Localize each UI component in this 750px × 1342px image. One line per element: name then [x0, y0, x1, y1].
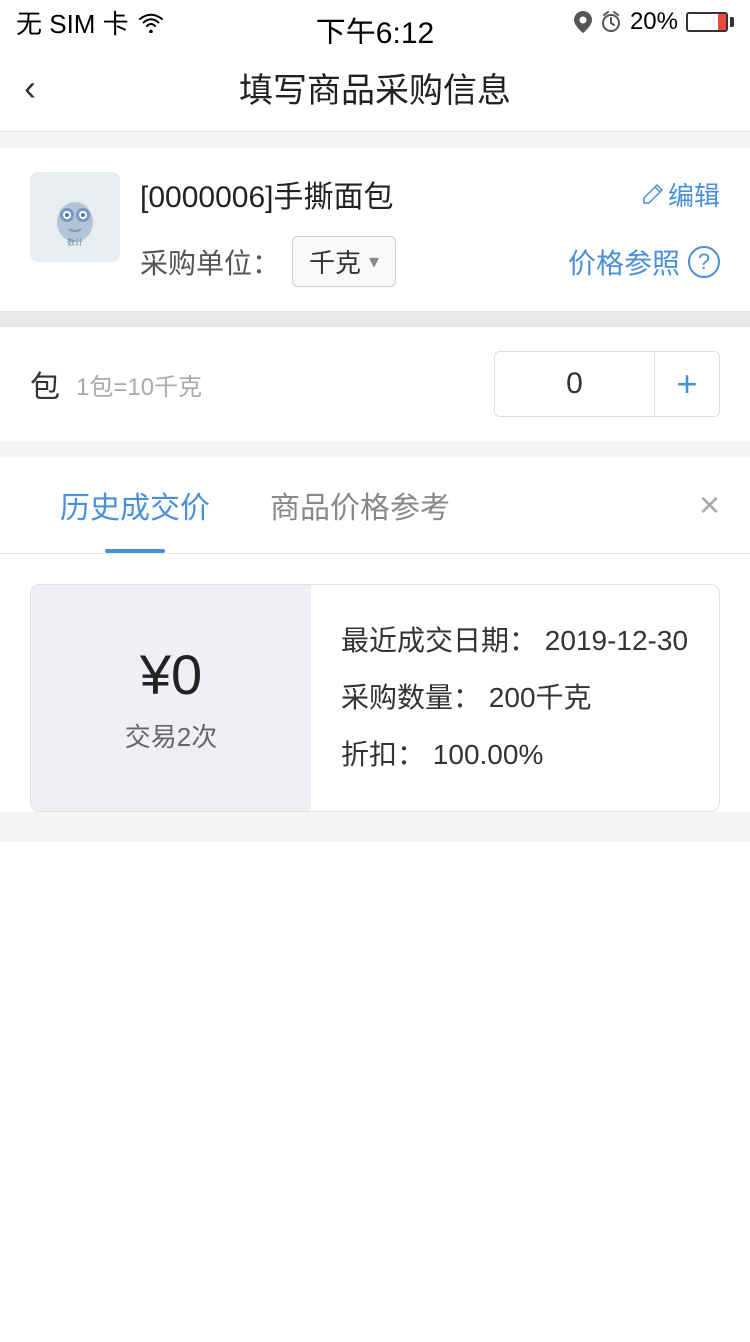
product-top: 数计 [0000006]手撕面包 编辑 采购单位： 千克 — [30, 172, 720, 287]
quantity-row: 包 1包=10千克 + — [0, 327, 750, 441]
page-background-fill — [0, 842, 750, 1342]
history-card: ¥0 交易2次 最近成交日期： 2019-12-30 采购数量： 200千克 折… — [30, 584, 720, 812]
price-reference[interactable]: 价格参照 ? — [568, 242, 720, 282]
product-name-row: [0000006]手撕面包 编辑 — [140, 172, 720, 216]
product-name: [0000006]手撕面包 — [140, 172, 393, 216]
edit-link[interactable]: 编辑 — [642, 176, 720, 213]
history-price-value: ¥0 — [140, 642, 202, 707]
tab-product-price-ref[interactable]: 商品价格参考 — [240, 457, 480, 553]
help-symbol: ? — [698, 249, 710, 275]
no-sim-text: 无 SIM 卡 — [16, 4, 129, 41]
edit-icon — [642, 183, 664, 205]
status-right: 20% — [574, 8, 734, 36]
tabs-panel: 历史成交价 商品价格参考 × ¥0 交易2次 最近成交日期： 2019-12-3… — [0, 457, 750, 812]
unit-value: 千克 — [309, 243, 361, 280]
purchase-unit-row: 采购单位： 千克 ▾ 价格参照 ? — [140, 236, 720, 287]
product-thumbnail: 数计 — [30, 172, 120, 262]
discount-value: 100.00% — [433, 739, 544, 770]
page-title: 填写商品采购信息 — [239, 63, 511, 112]
product-logo: 数计 — [45, 187, 105, 247]
recent-date-label: 最近成交日期： — [341, 625, 537, 656]
discount-label: 折扣： — [341, 739, 425, 770]
tab-close-button[interactable]: × — [699, 484, 720, 526]
quantity-hint: 1包=10千克 — [76, 367, 202, 402]
tab-history-price[interactable]: 历史成交价 — [30, 457, 240, 553]
purchase-unit-label: 采购单位： — [140, 242, 280, 282]
recent-date-value: 2019-12-30 — [545, 625, 688, 656]
purchase-qty-value: 200千克 — [489, 682, 592, 713]
purchase-qty-label: 采购数量： — [341, 682, 481, 713]
tab-history-label: 历史成交价 — [60, 492, 210, 525]
status-left: 无 SIM 卡 — [16, 4, 165, 41]
tabs-header: 历史成交价 商品价格参考 × — [0, 457, 750, 554]
history-price-summary: ¥0 交易2次 — [31, 585, 311, 811]
edit-label: 编辑 — [668, 176, 720, 213]
purchase-qty-row: 采购数量： 200千克 — [341, 678, 689, 717]
price-ref-help-icon[interactable]: ? — [688, 246, 720, 278]
recent-date-row: 最近成交日期： 2019-12-30 — [341, 621, 689, 660]
battery-indicator — [686, 12, 734, 32]
product-info: [0000006]手撕面包 编辑 采购单位： 千克 ▾ — [140, 172, 720, 287]
section-divider — [0, 311, 750, 327]
quantity-input[interactable] — [495, 352, 655, 416]
location-icon — [574, 11, 592, 33]
wifi-icon — [137, 11, 165, 33]
discount-row: 折扣： 100.00% — [341, 735, 689, 774]
product-card: 数计 [0000006]手撕面包 编辑 采购单位： 千克 — [0, 148, 750, 311]
nav-bar: ‹ 填写商品采购信息 — [0, 44, 750, 132]
quantity-label: 包 1包=10千克 — [30, 362, 202, 406]
back-button[interactable]: ‹ — [24, 70, 36, 106]
unit-dropdown-arrow: ▾ — [369, 249, 379, 274]
battery-percent: 20% — [630, 8, 678, 36]
price-ref-label: 价格参照 — [568, 242, 680, 282]
quantity-unit: 包 — [30, 362, 60, 406]
history-transaction-count: 交易2次 — [125, 717, 217, 754]
status-bar: 无 SIM 卡 下午6:12 20% — [0, 0, 750, 44]
svg-text:数计: 数计 — [67, 237, 83, 247]
quantity-plus-button[interactable]: + — [655, 352, 719, 416]
quantity-control: + — [494, 351, 720, 417]
tab-price-ref-label: 商品价格参考 — [270, 492, 450, 525]
history-details: 最近成交日期： 2019-12-30 采购数量： 200千克 折扣： 100.0… — [311, 585, 719, 811]
alarm-icon — [600, 11, 622, 33]
unit-selector-group: 采购单位： 千克 ▾ — [140, 236, 396, 287]
unit-select[interactable]: 千克 ▾ — [292, 236, 396, 287]
